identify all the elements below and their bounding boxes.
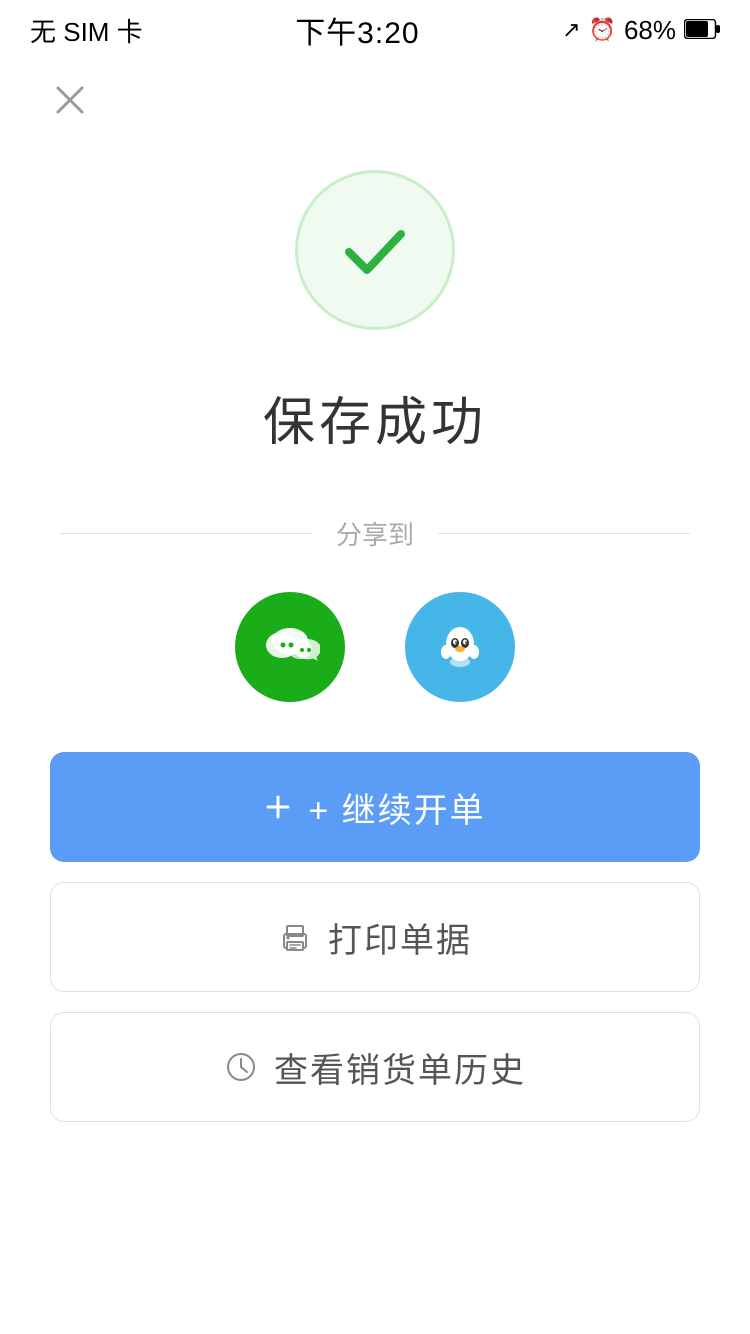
action-buttons: + 继续开单 打印单据 <box>0 752 750 1122</box>
status-right: ↗ ⏰ 68% <box>562 15 720 46</box>
status-bar: 无 SIM 卡 下午3:20 ↗ ⏰ 68% <box>0 0 750 60</box>
success-title: 保存成功 <box>263 380 487 455</box>
continue-label: + 继续开单 <box>308 783 485 832</box>
status-time: 下午3:20 <box>295 8 419 52</box>
carrier-text: 无 SIM 卡 <box>30 12 143 49</box>
battery-icon <box>684 15 720 46</box>
qq-share-button[interactable] <box>405 592 515 702</box>
clock-icon <box>224 1050 258 1084</box>
share-section: 分享到 <box>0 515 750 702</box>
share-divider-row: 分享到 <box>0 515 750 552</box>
print-button[interactable]: 打印单据 <box>50 882 700 992</box>
alarm-icon: ⏰ <box>589 17 616 43</box>
divider-right <box>438 533 690 534</box>
location-icon: ↗ <box>562 17 580 43</box>
print-label: 打印单据 <box>328 913 472 962</box>
battery-text: 68% <box>624 15 676 46</box>
divider-left <box>60 533 312 534</box>
success-icon-circle <box>295 170 455 330</box>
wechat-icon <box>260 617 320 677</box>
history-label: 查看销货单历史 <box>274 1043 526 1092</box>
close-button[interactable] <box>40 70 100 130</box>
status-left: 无 SIM 卡 <box>30 12 153 49</box>
history-button[interactable]: 查看销货单历史 <box>50 1012 700 1122</box>
share-icons-row <box>235 592 515 702</box>
wechat-share-button[interactable] <box>235 592 345 702</box>
checkmark-icon <box>335 210 415 290</box>
share-label: 分享到 <box>312 515 438 552</box>
main-content: 保存成功 分享到 <box>0 60 750 1122</box>
continue-button[interactable]: + 继续开单 <box>50 752 700 862</box>
plus-icon <box>264 793 292 821</box>
print-icon <box>278 920 312 954</box>
qq-icon <box>429 616 491 678</box>
